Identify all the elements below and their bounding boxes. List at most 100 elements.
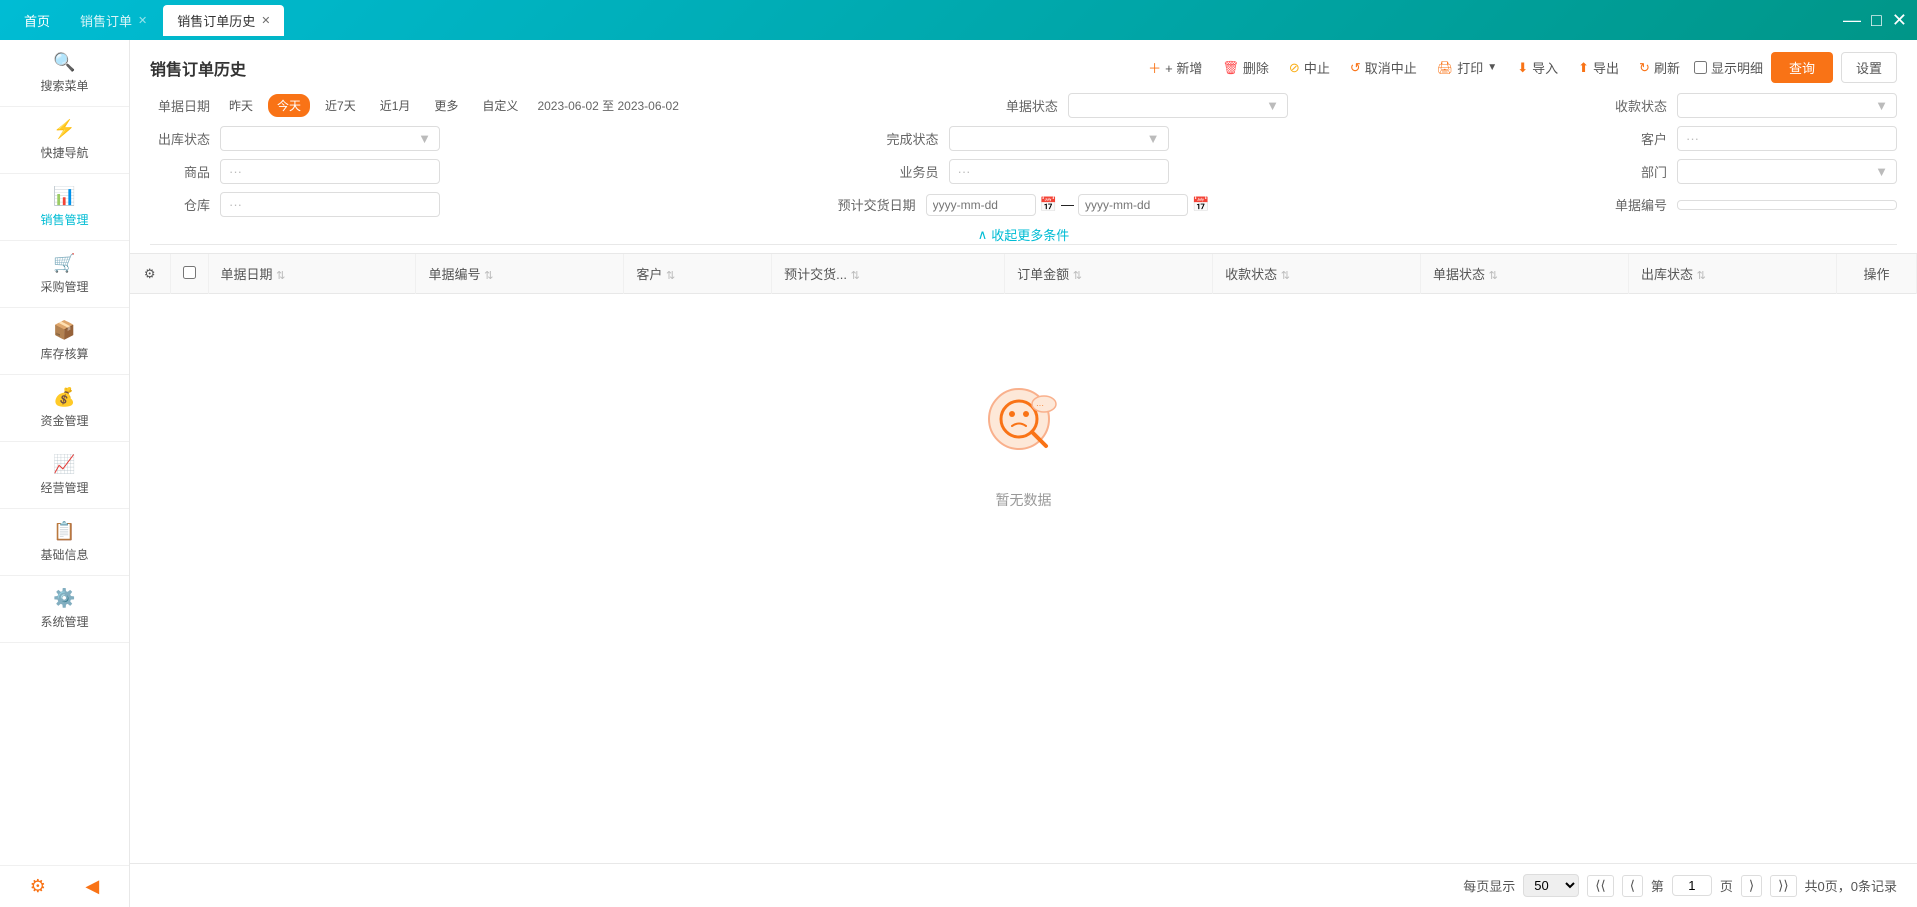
order-no-input-wrap[interactable] xyxy=(1677,200,1897,210)
main-layout: 🔍 搜索菜单 ⚡ 快捷导航 📊 销售管理 🛒 采购管理 📦 库存核算 💰 资金管… xyxy=(0,40,1917,907)
show-detail-input[interactable] xyxy=(1694,61,1707,74)
th-delivery-sort[interactable]: ⇅ xyxy=(851,270,860,282)
query-button[interactable]: 查询 xyxy=(1771,52,1833,83)
complete-status-select[interactable]: ▼ xyxy=(949,126,1169,151)
settings-button[interactable]: 设置 xyxy=(1841,52,1897,83)
warehouse-select[interactable]: ··· xyxy=(220,192,440,217)
goods-select[interactable]: ··· xyxy=(220,159,440,184)
out-status-label: 出库状态 xyxy=(150,129,210,148)
sidebar-item-sales-mgmt-label: 销售管理 xyxy=(40,211,88,228)
date-btn-today[interactable]: 今天 xyxy=(268,94,310,117)
collapse-button[interactable]: ∧ 收起更多条件 xyxy=(150,225,1897,244)
sidebar-item-basic-info[interactable]: 📋 基础信息 xyxy=(0,509,129,576)
calendar-to-icon[interactable]: 📅 xyxy=(1192,196,1209,213)
table-container: ⚙ 单据日期 ⇅ 单据编号 ⇅ 客户 xyxy=(130,254,1917,590)
customer-select[interactable]: ··· xyxy=(1677,126,1897,151)
prev-page-button[interactable]: ⟨ xyxy=(1622,875,1643,897)
export-button[interactable]: ⬆ 导出 xyxy=(1572,54,1625,81)
th-customer-sort[interactable]: ⇅ xyxy=(666,270,675,282)
sidebar-item-search-menu[interactable]: 🔍 搜索菜单 xyxy=(0,40,129,107)
show-detail-check[interactable]: 显示明细 xyxy=(1694,58,1763,77)
new-button[interactable]: ＋ + 新增 xyxy=(1142,54,1208,81)
goods-dots: ··· xyxy=(229,164,242,179)
payment-status-select[interactable]: ▼ xyxy=(1677,93,1897,118)
salesman-select[interactable]: ··· xyxy=(949,159,1169,184)
header-row: ⚙ 单据日期 ⇅ 单据编号 ⇅ 客户 xyxy=(130,254,1917,294)
date-btn-7days[interactable]: 近7天 xyxy=(316,94,365,117)
th-customer-label: 客户 xyxy=(636,267,662,282)
sidebar-item-inventory[interactable]: 📦 库存核算 xyxy=(0,308,129,375)
order-no-label: 单据编号 xyxy=(1607,195,1667,214)
dept-label: 部门 xyxy=(1607,162,1667,181)
print-dropdown-icon[interactable]: ▼ xyxy=(1487,62,1497,73)
th-no-sort[interactable]: ⇅ xyxy=(484,270,493,282)
pagination-bar: 每页显示 50 10 20 100 ⟨⟨ ⟨ 第 页 ⟩ ⟩⟩ 共0页，0条记录 xyxy=(130,863,1917,907)
import-button[interactable]: ⬇ 导入 xyxy=(1511,54,1564,81)
export-label: 导出 xyxy=(1593,58,1619,77)
th-amount-sort[interactable]: ⇅ xyxy=(1073,270,1082,282)
dept-select[interactable]: ▼ xyxy=(1677,159,1897,184)
first-page-button[interactable]: ⟨⟨ xyxy=(1587,875,1613,897)
print-label: 打印 xyxy=(1457,58,1483,77)
next-page-button[interactable]: ⟩ xyxy=(1741,875,1762,897)
page-size-select[interactable]: 50 10 20 100 xyxy=(1523,874,1579,897)
last-page-button[interactable]: ⟩⟩ xyxy=(1770,875,1796,897)
window-controls: — □ ✕ xyxy=(1843,10,1907,31)
date-btn-yesterday[interactable]: 昨天 xyxy=(220,94,262,117)
sidebar-item-quick-nav[interactable]: ⚡ 快捷导航 xyxy=(0,107,129,174)
data-table: ⚙ 单据日期 ⇅ 单据编号 ⇅ 客户 xyxy=(130,254,1917,294)
th-order-status-sort[interactable]: ⇅ xyxy=(1489,270,1498,282)
sidebar-item-operations[interactable]: 📈 经营管理 xyxy=(0,442,129,509)
th-check[interactable] xyxy=(170,254,208,294)
cancel-stop-label: 取消中止 xyxy=(1365,58,1417,77)
th-out-status-sort[interactable]: ⇅ xyxy=(1697,270,1706,282)
date-btn-1month[interactable]: 近1月 xyxy=(371,94,420,117)
date-btn-more[interactable]: 更多 xyxy=(425,94,467,117)
minimize-icon[interactable]: — xyxy=(1843,10,1861,31)
date-btn-custom[interactable]: 自定义 xyxy=(473,94,527,117)
th-gear[interactable]: ⚙ xyxy=(130,254,170,294)
sidebar-item-finance[interactable]: 💰 资金管理 xyxy=(0,375,129,442)
delivery-date-to-input[interactable] xyxy=(1078,194,1188,216)
tab-sales-order-history-close[interactable]: ✕ xyxy=(261,14,270,27)
new-label: + 新增 xyxy=(1165,58,1202,77)
order-status-select[interactable]: ▼ xyxy=(1068,93,1288,118)
sidebar-bottom: ⚙ ◀ xyxy=(0,865,129,907)
tab-sales-order-history[interactable]: 销售订单历史 ✕ xyxy=(163,5,284,36)
th-date-label: 单据日期 xyxy=(221,267,273,282)
out-status-select[interactable]: ▼ xyxy=(220,126,440,151)
delete-icon: 🗑 xyxy=(1222,60,1239,76)
th-date-sort[interactable]: ⇅ xyxy=(276,270,285,282)
tab-home-label: 首页 xyxy=(24,11,50,30)
maximize-icon[interactable]: □ xyxy=(1871,10,1882,31)
refresh-button[interactable]: ↻ 刷新 xyxy=(1633,54,1686,81)
inventory-icon: 📦 xyxy=(53,320,75,341)
dept-dropdown-icon: ▼ xyxy=(1875,164,1888,179)
sidebar-item-purchase-mgmt-label: 采购管理 xyxy=(40,278,88,295)
stop-button[interactable]: ⊘ 中止 xyxy=(1283,54,1336,81)
show-detail-label: 显示明细 xyxy=(1711,58,1763,77)
cancel-stop-button[interactable]: ↺ 取消中止 xyxy=(1344,54,1423,81)
tab-sales-order-close[interactable]: ✕ xyxy=(138,14,147,27)
tab-home[interactable]: 首页 xyxy=(10,5,64,36)
sidebar-collapse-icon[interactable]: ◀ xyxy=(85,876,99,897)
select-all-checkbox[interactable] xyxy=(183,266,196,279)
print-button[interactable]: 🖨 打印 ▼ xyxy=(1431,54,1503,81)
page-title-row: 销售订单历史 ＋ + 新增 🗑 删除 ⊘ 中止 ↺ xyxy=(150,52,1897,83)
delete-button[interactable]: 🗑 删除 xyxy=(1216,54,1275,81)
sidebar-settings-icon[interactable]: ⚙ xyxy=(30,876,46,897)
delivery-date-label: 预计交货日期 xyxy=(838,195,916,214)
sidebar-item-system[interactable]: ⚙️ 系统管理 xyxy=(0,576,129,643)
sidebar-item-quick-nav-label: 快捷导航 xyxy=(40,144,88,161)
sidebar-item-purchase-mgmt[interactable]: 🛒 采购管理 xyxy=(0,241,129,308)
th-payment-status-sort[interactable]: ⇅ xyxy=(1281,270,1290,282)
delivery-date-from-input[interactable] xyxy=(926,194,1036,216)
tab-sales-order[interactable]: 销售订单 ✕ xyxy=(66,5,161,36)
sidebar: 🔍 搜索菜单 ⚡ 快捷导航 📊 销售管理 🛒 采购管理 📦 库存核算 💰 资金管… xyxy=(0,40,130,907)
page-number-input[interactable] xyxy=(1672,875,1712,896)
close-icon[interactable]: ✕ xyxy=(1892,10,1907,31)
sidebar-item-sales-mgmt[interactable]: 📊 销售管理 xyxy=(0,174,129,241)
calendar-from-icon[interactable]: 📅 xyxy=(1040,196,1057,213)
salesman-dots: ··· xyxy=(958,164,971,179)
th-payment-status-label: 收款状态 xyxy=(1225,267,1277,282)
